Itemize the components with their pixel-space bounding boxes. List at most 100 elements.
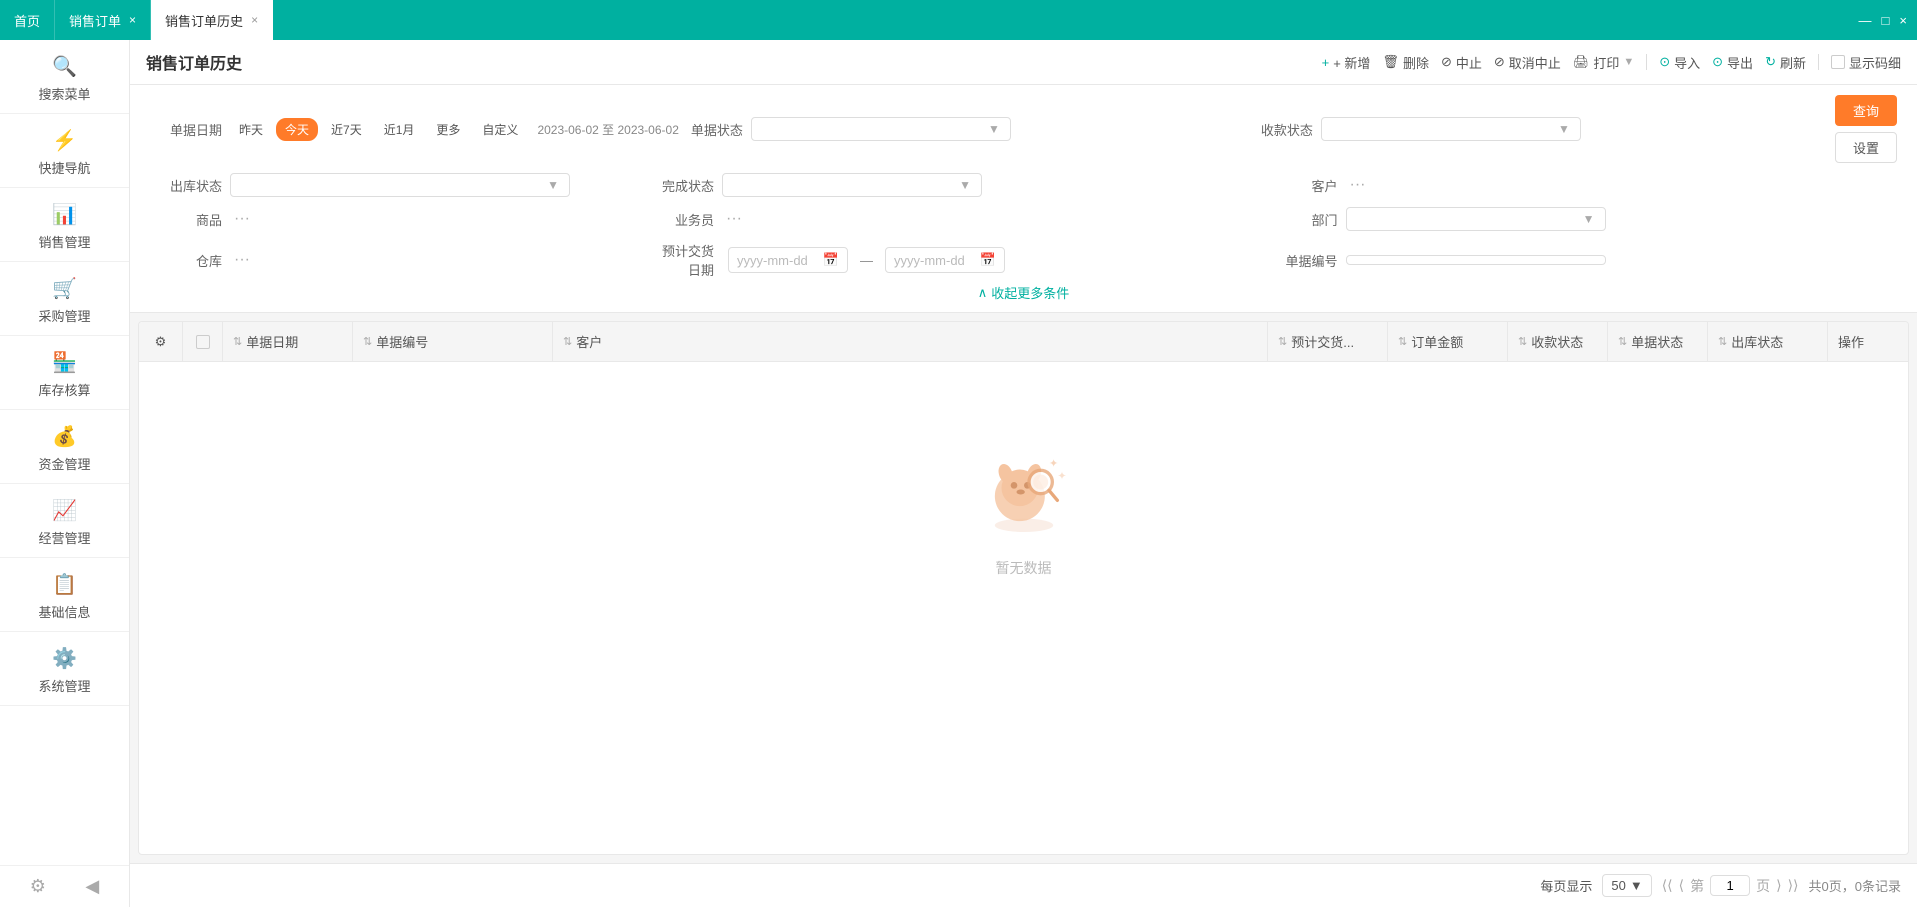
date-range: 2023-06-02 至 2023-06-02	[537, 121, 678, 138]
warehouse-label: 仓库	[150, 251, 230, 270]
tab-home[interactable]: 首页	[0, 0, 55, 40]
collapse-button[interactable]: ∧ 收起更多条件	[150, 279, 1897, 302]
pagination-bar: 每页显示 50 ▼ ⟨⟨ ⟨ 第 页 ⟩ ⟩⟩ 共0页，0条记录	[130, 863, 1917, 907]
tab-sales-order[interactable]: 销售订单 ×	[55, 0, 151, 40]
complete-status-label: 完成状态	[650, 176, 722, 195]
order-no-input[interactable]	[1346, 255, 1606, 265]
cancel-stop-button[interactable]: ⊘ 取消中止	[1494, 53, 1561, 72]
import-button[interactable]: ⊙ 导入	[1659, 53, 1700, 72]
delivery-date-start[interactable]: yyyy-mm-dd 📅	[728, 247, 848, 273]
page-size-label: 每页显示	[1540, 876, 1592, 895]
department-select[interactable]: ▼	[1346, 207, 1606, 231]
customer-dots[interactable]: ···	[1346, 176, 1370, 194]
goods-dots[interactable]: ···	[230, 210, 254, 228]
export-button[interactable]: ⊙ 导出	[1712, 53, 1753, 72]
action-buttons: 查询 设置	[1835, 95, 1897, 163]
maximize-btn[interactable]: □	[1882, 13, 1890, 28]
header-checkbox[interactable]	[196, 335, 210, 349]
svg-text:✦: ✦	[1049, 458, 1058, 470]
date-shortcuts: 昨天 今天 近7天 近1月 更多 自定义	[230, 118, 527, 141]
sidebar-item-sales-mgmt[interactable]: 📊 销售管理	[0, 188, 129, 262]
date-btn-custom[interactable]: 自定义	[473, 118, 527, 141]
search-menu-icon: 🔍	[52, 54, 77, 79]
th-order-status[interactable]: ⇅ 单据状态	[1608, 322, 1708, 362]
date-btn-last7[interactable]: 近7天	[322, 118, 371, 141]
sidebar-item-basic-info[interactable]: 📋 基础信息	[0, 558, 129, 632]
warehouse-dots[interactable]: ···	[230, 251, 254, 269]
prev-page-btn[interactable]: ⟨	[1679, 877, 1684, 894]
th-order-no[interactable]: ⇅ 单据编号	[353, 322, 553, 362]
complete-status-select[interactable]: ▼	[722, 173, 982, 197]
order-status-chevron-icon: ▼	[988, 122, 1000, 136]
sidebar-item-purchase-mgmt-label: 采购管理	[38, 306, 90, 325]
th-date[interactable]: ⇅ 单据日期	[223, 322, 353, 362]
sidebar-item-capital-mgmt[interactable]: 💰 资金管理	[0, 410, 129, 484]
date-btn-more[interactable]: 更多	[427, 118, 469, 141]
tab-sales-order-close[interactable]: ×	[129, 13, 136, 27]
th-amount-label: 订单金额	[1411, 332, 1463, 351]
sort-customer-icon: ⇅	[563, 335, 572, 348]
delivery-date-end[interactable]: yyyy-mm-dd 📅	[885, 247, 1005, 273]
next-page-btn[interactable]: ⟩	[1776, 877, 1781, 894]
salesperson-dots[interactable]: ···	[722, 210, 746, 228]
capital-mgmt-icon: 💰	[52, 424, 77, 449]
collapse-up-icon: ∧	[978, 285, 988, 301]
page-size-chevron-icon: ▼	[1630, 878, 1643, 893]
sort-out-status-icon: ⇅	[1718, 335, 1727, 348]
query-button[interactable]: 查询	[1835, 95, 1897, 126]
first-page-btn[interactable]: ⟨⟨	[1662, 877, 1673, 894]
basic-info-icon: 📋	[52, 572, 77, 597]
sidebar-item-operations-mgmt[interactable]: 📈 经营管理	[0, 484, 129, 558]
sidebar-item-purchase-mgmt[interactable]: 🛒 采购管理	[0, 262, 129, 336]
tab-sales-order-history[interactable]: 销售订单历史 ×	[151, 0, 273, 40]
th-gear[interactable]: ⚙	[139, 322, 183, 362]
last-page-btn[interactable]: ⟩⟩	[1788, 877, 1799, 894]
new-button[interactable]: + + 新增	[1322, 53, 1371, 72]
setting-button[interactable]: 设置	[1835, 132, 1897, 163]
filter-row-2: 出库状态 ▼ 完成状态 ▼ 客户 ···	[150, 173, 1897, 197]
sort-payment-icon: ⇅	[1518, 335, 1527, 348]
th-checkbox[interactable]	[183, 322, 223, 362]
delete-icon: 🗑	[1382, 54, 1399, 70]
sidebar-item-inventory-calc[interactable]: 🏪 库存核算	[0, 336, 129, 410]
display-toggle[interactable]: 显示码细	[1831, 53, 1901, 72]
th-payment-status[interactable]: ⇅ 收款状态	[1508, 322, 1608, 362]
payment-status-select[interactable]: ▼	[1321, 117, 1581, 141]
th-order-no-label: 单据编号	[376, 332, 428, 351]
order-status-select[interactable]: ▼	[751, 117, 1011, 141]
date-btn-today[interactable]: 今天	[276, 118, 318, 141]
window-controls: — □ ×	[1859, 13, 1917, 28]
sidebar-item-system-mgmt[interactable]: ⚙️ 系统管理	[0, 632, 129, 706]
refresh-button[interactable]: ↻ 刷新	[1765, 53, 1806, 72]
display-toggle-checkbox[interactable]	[1831, 55, 1845, 69]
sidebar-settings-icon[interactable]: ⚙	[30, 876, 46, 897]
th-delivery[interactable]: ⇅ 预计交货...	[1268, 322, 1388, 362]
page-size-select[interactable]: 50 ▼	[1602, 874, 1651, 897]
minimize-btn[interactable]: —	[1859, 13, 1872, 28]
th-operation-label: 操作	[1838, 332, 1864, 351]
empty-illustration: ✦ ✦	[974, 442, 1074, 542]
th-customer-label: 客户	[576, 332, 602, 351]
sidebar-collapse-icon[interactable]: ◀	[85, 876, 99, 897]
th-payment-status-label: 收款状态	[1531, 332, 1583, 351]
tab-sales-order-history-close[interactable]: ×	[251, 13, 258, 27]
sidebar-item-quick-nav[interactable]: ⚡ 快捷导航	[0, 114, 129, 188]
sidebar-item-basic-info-label: 基础信息	[38, 602, 90, 621]
out-status-select[interactable]: ▼	[230, 173, 570, 197]
tab-sales-order-label: 销售订单	[69, 11, 121, 30]
print-button[interactable]: 🖨 打印 ▼	[1573, 53, 1634, 72]
date-btn-last-month[interactable]: 近1月	[375, 118, 424, 141]
toolbar: + + 新增 🗑 删除 ⊘ 中止 ⊘ 取消中止 🖨 打印	[1322, 53, 1901, 72]
page-input[interactable]	[1710, 875, 1750, 896]
th-amount[interactable]: ⇅ 订单金额	[1388, 322, 1508, 362]
th-customer[interactable]: ⇅ 客户	[553, 322, 1268, 362]
sidebar-item-search-menu[interactable]: 🔍 搜索菜单	[0, 40, 129, 114]
delete-button[interactable]: 🗑 删除	[1382, 53, 1429, 72]
th-out-status[interactable]: ⇅ 出库状态	[1708, 322, 1828, 362]
print-chevron-icon: ▼	[1623, 56, 1634, 68]
th-order-status-label: 单据状态	[1631, 332, 1683, 351]
stop-button[interactable]: ⊘ 中止	[1441, 53, 1482, 72]
delivery-date-end-placeholder: yyyy-mm-dd	[894, 253, 965, 268]
close-btn[interactable]: ×	[1899, 13, 1907, 28]
date-btn-yesterday[interactable]: 昨天	[230, 118, 272, 141]
